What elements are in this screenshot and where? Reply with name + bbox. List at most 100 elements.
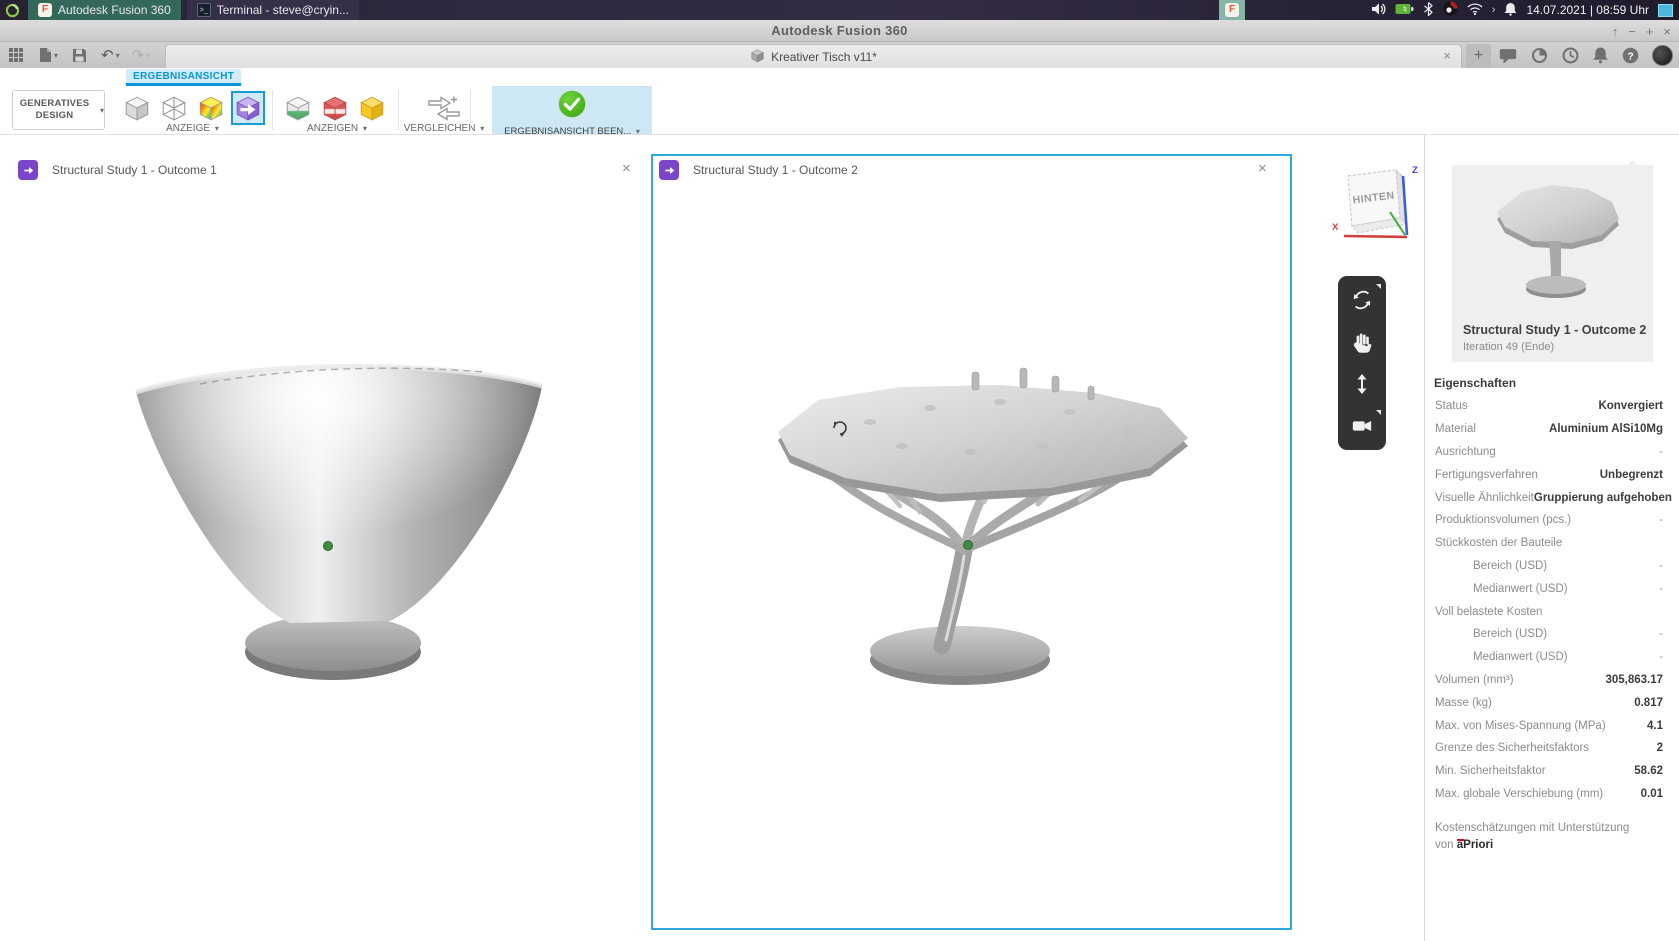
viewport2-close-icon[interactable]: ×: [1258, 160, 1267, 177]
orbit-tool-icon[interactable]: [1350, 284, 1381, 312]
window-close-button[interactable]: ×: [1663, 25, 1671, 38]
property-label: Grenze des Sicherheitsfaktors: [1435, 742, 1590, 755]
property-label: Status: [1435, 400, 1468, 413]
vergleichen-group: [424, 91, 464, 125]
anzeige-group-label[interactable]: ANZEIGE ▾: [120, 123, 265, 134]
property-value: -: [1659, 628, 1663, 641]
workspace-indicator[interactable]: [1658, 3, 1673, 17]
clock-history-icon[interactable]: [1561, 46, 1580, 65]
property-value: -: [1659, 651, 1663, 664]
pan-tool-icon[interactable]: [1350, 330, 1374, 354]
property-row: Visuelle Ähnlichkeit Gruppierung aufgehob…: [1435, 486, 1672, 509]
outcome1-model[interactable]: [60, 340, 600, 690]
obs-icon[interactable]: [1443, 1, 1458, 19]
document-tab[interactable]: Kreativer Tisch v11* ×: [165, 44, 1462, 68]
job-status-icon[interactable]: [1530, 46, 1549, 65]
volume-icon[interactable]: [1371, 2, 1386, 19]
display-wireframe-cube-icon[interactable]: [157, 91, 191, 125]
notification-bell-icon[interactable]: [1504, 2, 1517, 19]
property-label: Voll belastete Kosten: [1435, 605, 1543, 618]
check-circle-icon: [557, 89, 587, 124]
outcome-card[interactable]: Structural Study 1 - Outcome 2 Iteration…: [1452, 165, 1653, 362]
viewcube[interactable]: HINTEN Z X: [1328, 156, 1428, 246]
property-label: Visuelle Ähnlichkeit: [1435, 491, 1534, 504]
property-row: Bereich (USD) -: [1435, 623, 1663, 646]
property-label: Masse (kg): [1435, 696, 1492, 709]
comments-icon[interactable]: [1498, 46, 1518, 65]
system-clock[interactable]: 14.07.2021 | 08:59 Uhr: [1526, 3, 1649, 17]
battery-icon[interactable]: [1395, 3, 1414, 18]
property-value: Aluminium AlSi10Mg: [1549, 423, 1663, 436]
new-tab-button[interactable]: +: [1466, 44, 1491, 68]
window-minimize-button[interactable]: −: [1628, 25, 1636, 38]
finish-result-view-button[interactable]: ERGEBNISANSICHT BEEN... ▾: [492, 86, 652, 137]
taskbar-fusion-label: Autodesk Fusion 360: [58, 3, 171, 17]
cost-footer: Kostenschätzungen mit Unterstützung von …: [1435, 820, 1629, 853]
outcome-thumbnail: [1497, 185, 1619, 298]
workspace-selector[interactable]: GENERATIVES DESIGN ▾: [12, 90, 105, 130]
anzeigen-group: [281, 91, 389, 125]
display-displacement-cube-icon[interactable]: [231, 91, 265, 125]
tabbar-right-icons: ?: [1498, 42, 1673, 68]
show-obstacles-cube-icon[interactable]: [318, 91, 352, 125]
property-row: Volumen (mm³) 305,863.17: [1435, 669, 1663, 692]
undo-icon[interactable]: ↶: [101, 46, 114, 64]
app-grid-icon[interactable]: [8, 47, 24, 63]
property-row: Max. von Mises-Spannung (MPa) 4.1: [1435, 714, 1663, 737]
look-at-camera-icon[interactable]: [1350, 410, 1381, 438]
system-menu-icon[interactable]: [5, 3, 20, 18]
window-shade-button[interactable]: ↑: [1612, 25, 1619, 38]
window-maximize-button[interactable]: +: [1646, 25, 1654, 38]
undo-caret-icon[interactable]: ▾: [116, 51, 120, 60]
property-row: Grenze des Sicherheitsfaktors 2: [1435, 737, 1663, 760]
properties-panel: Structural Study 1 - Outcome 2 Iteration…: [1424, 135, 1679, 941]
context-tag: ERGEBNISANSICHT: [126, 69, 242, 86]
outcome2-model[interactable]: [720, 350, 1240, 690]
document-tab-close-icon[interactable]: ×: [1443, 48, 1451, 63]
display-stress-cube-icon[interactable]: [194, 91, 228, 125]
zoom-tool-icon[interactable]: [1350, 372, 1374, 396]
tray-expand-chevron-icon[interactable]: ›: [1492, 4, 1496, 16]
file-menu-icon[interactable]: [38, 47, 52, 63]
notifications-icon[interactable]: [1592, 46, 1609, 64]
viewport1-close-icon[interactable]: ×: [622, 160, 631, 177]
anzeigen-group-label[interactable]: ANZEIGEN ▾: [281, 123, 393, 134]
bluetooth-icon[interactable]: [1423, 1, 1434, 19]
file-menu-caret-icon[interactable]: ▾: [54, 51, 58, 60]
taskbar-terminal-button[interactable]: >_ Terminal - steve@cryin...: [186, 0, 359, 20]
property-value: 4.1: [1647, 719, 1663, 732]
fusion-app-icon: F: [38, 3, 52, 17]
tray-fusion-indicator[interactable]: F: [1219, 0, 1245, 20]
navigation-toolbar: [1338, 276, 1386, 450]
redo-icon[interactable]: ↷: [132, 46, 145, 64]
viewcube-x-axis-label: X: [1332, 222, 1339, 233]
compare-icon[interactable]: [424, 91, 464, 125]
property-row: Min. Sicherheitsfaktor 58.62: [1435, 760, 1663, 783]
wifi-icon[interactable]: [1467, 2, 1483, 18]
viewport1-title: Structural Study 1 - Outcome 1: [52, 163, 217, 177]
show-keepouts-cube-icon[interactable]: [281, 91, 315, 125]
fusion-tray-icon: F: [1225, 3, 1239, 17]
canvas-area[interactable]: Structural Study 1 - Outcome 1 × Structu…: [0, 135, 1424, 941]
show-starting-shape-cube-icon[interactable]: [355, 91, 389, 125]
property-label: Stückkosten der Bauteile: [1435, 537, 1563, 550]
property-label: Min. Sicherheitsfaktor: [1435, 765, 1546, 778]
ribbon-separator: [272, 90, 273, 130]
vergleichen-group-label[interactable]: VERGLEICHEN ▾: [394, 123, 494, 134]
terminal-app-icon: >_: [196, 3, 211, 17]
save-icon[interactable]: [72, 48, 87, 63]
system-tray: › 14.07.2021 | 08:59 Uhr: [1371, 0, 1679, 20]
workspace-caret-icon: ▾: [99, 105, 104, 115]
property-value: -: [1659, 582, 1663, 595]
user-avatar[interactable]: [1652, 44, 1673, 66]
taskbar-terminal-label: Terminal - steve@cryin...: [216, 3, 349, 17]
property-value: -: [1659, 445, 1663, 458]
help-icon[interactable]: ?: [1621, 46, 1640, 65]
origin-point[interactable]: [963, 540, 973, 550]
property-row: Material Aluminium AlSi10Mg: [1435, 418, 1663, 441]
property-label: Produktionsvolumen (pcs.): [1435, 514, 1572, 527]
origin-point[interactable]: [323, 541, 333, 551]
taskbar-fusion-button[interactable]: F Autodesk Fusion 360: [28, 0, 181, 20]
window-title: Autodesk Fusion 360: [771, 23, 908, 38]
display-solid-cube-icon[interactable]: [120, 91, 154, 125]
